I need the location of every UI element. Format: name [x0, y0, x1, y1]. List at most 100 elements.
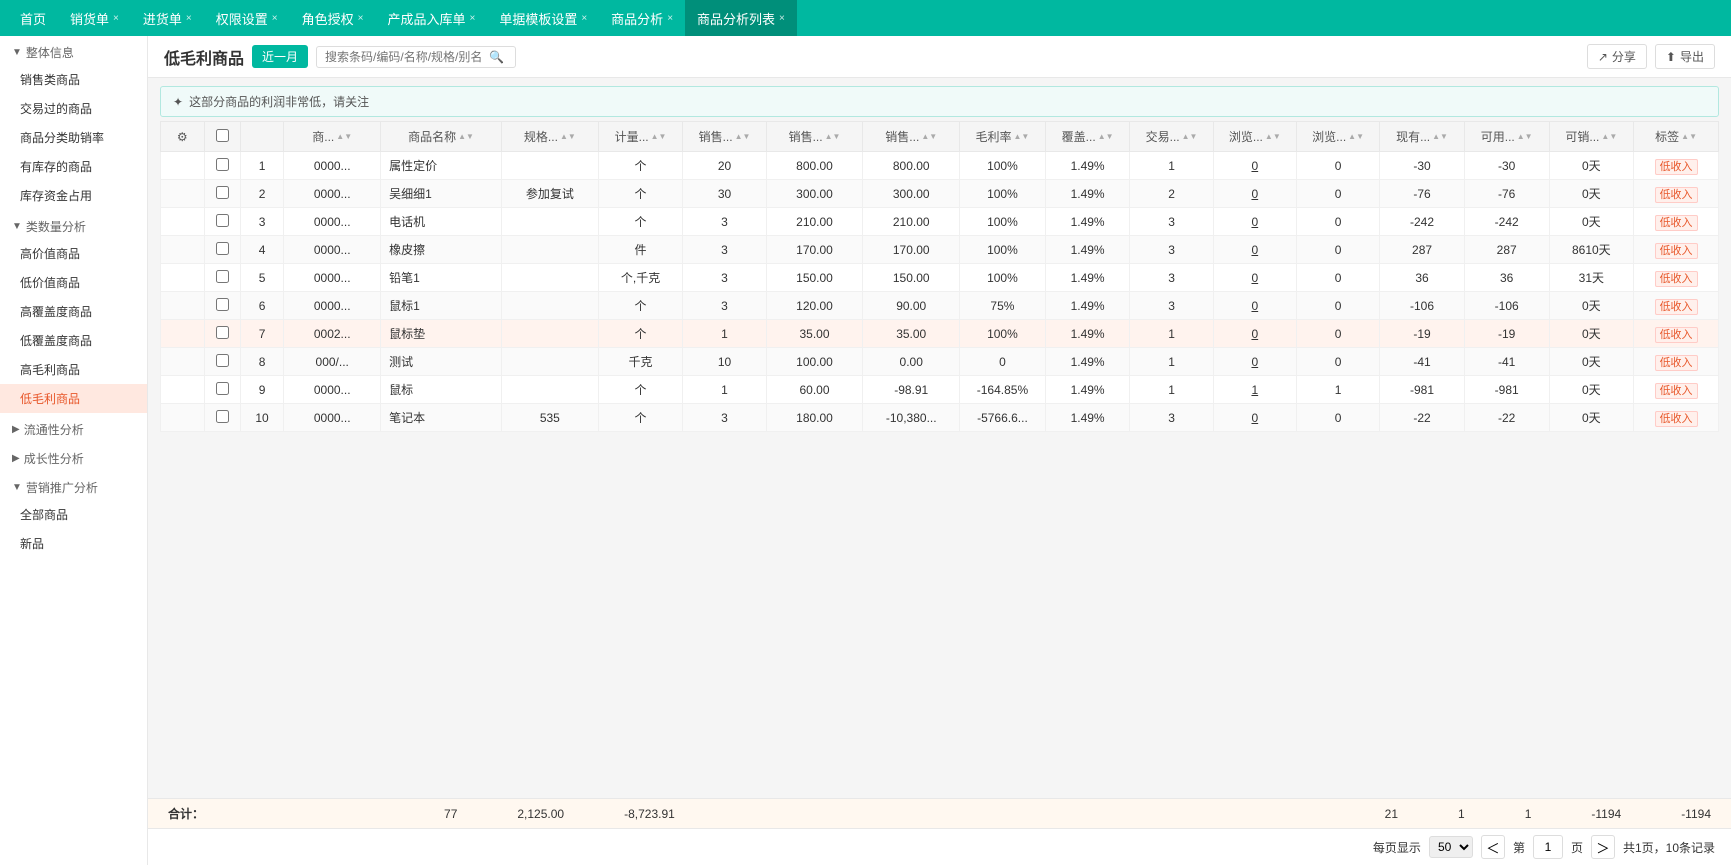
row-checkbox[interactable]: [204, 208, 240, 236]
sidebar-item-low-coverage[interactable]: 低覆盖度商品: [0, 326, 147, 355]
th-settings[interactable]: ⚙: [161, 122, 205, 152]
nav-close-purchase[interactable]: ×: [186, 13, 192, 24]
sidebar-item-high-coverage[interactable]: 高覆盖度商品: [0, 297, 147, 326]
row-select-checkbox[interactable]: [216, 326, 229, 339]
sidebar-item-low-value[interactable]: 低价值商品: [0, 268, 147, 297]
th-available[interactable]: 可用... ▲▼: [1464, 122, 1549, 152]
share-btn[interactable]: ↗ 分享: [1587, 44, 1647, 69]
select-all-checkbox[interactable]: [216, 129, 229, 142]
sidebar-item-all-goods[interactable]: 全部商品: [0, 500, 147, 529]
row-checkbox[interactable]: [204, 236, 240, 264]
nav-close-role[interactable]: ×: [358, 13, 364, 24]
sidebar-group-quantity[interactable]: ▼ 类数量分析: [0, 210, 147, 239]
row-checkbox[interactable]: [204, 376, 240, 404]
th-name[interactable]: 商品名称 ▲▼: [381, 122, 502, 152]
row-checkbox[interactable]: [204, 152, 240, 180]
sidebar-item-traded-goods[interactable]: 交易过的商品: [0, 94, 147, 123]
next-page-btn[interactable]: ＞: [1591, 835, 1615, 859]
row-name[interactable]: 鼠标1: [381, 292, 502, 320]
th-browse1[interactable]: 浏览... ▲▼: [1213, 122, 1296, 152]
nav-close-product-entry[interactable]: ×: [469, 13, 475, 24]
row-checkbox[interactable]: [204, 180, 240, 208]
row-name[interactable]: 电话机: [381, 208, 502, 236]
row-browse1[interactable]: 0: [1213, 320, 1296, 348]
row-select-checkbox[interactable]: [216, 270, 229, 283]
nav-role-auth[interactable]: 角色授权 ×: [290, 0, 376, 36]
sidebar-item-low-margin[interactable]: 低毛利商品: [0, 384, 147, 413]
search-input[interactable]: [325, 50, 485, 64]
sidebar-item-stock-capital[interactable]: 库存资金占用: [0, 181, 147, 210]
nav-close-permission[interactable]: ×: [272, 13, 278, 24]
sidebar-item-high-value[interactable]: 高价值商品: [0, 239, 147, 268]
filter-recent-month-btn[interactable]: 近一月: [252, 45, 308, 68]
nav-close-template[interactable]: ×: [581, 13, 587, 24]
nav-close-analysis-list[interactable]: ×: [779, 13, 785, 24]
row-name[interactable]: 测试: [381, 348, 502, 376]
nav-product-analysis-list[interactable]: 商品分析列表 ×: [685, 0, 797, 36]
row-browse1[interactable]: 0: [1213, 264, 1296, 292]
row-select-checkbox[interactable]: [216, 382, 229, 395]
search-icon[interactable]: 🔍: [489, 50, 504, 64]
row-select-checkbox[interactable]: [216, 354, 229, 367]
prev-page-btn[interactable]: ＜: [1481, 835, 1505, 859]
row-browse1[interactable]: 0: [1213, 236, 1296, 264]
row-browse1[interactable]: 0: [1213, 152, 1296, 180]
th-unit[interactable]: 计量... ▲▼: [598, 122, 683, 152]
nav-sales-order[interactable]: 销货单 ×: [58, 0, 131, 36]
nav-permission-setting[interactable]: 权限设置 ×: [204, 0, 290, 36]
th-gross-rate[interactable]: 毛利率 ▲▼: [960, 122, 1046, 152]
sidebar-item-in-stock[interactable]: 有库存的商品: [0, 152, 147, 181]
sidebar-group-growth[interactable]: ▶ 成长性分析: [0, 442, 147, 471]
th-txn[interactable]: 交易... ▲▼: [1130, 122, 1213, 152]
row-name[interactable]: 橡皮擦: [381, 236, 502, 264]
row-browse1[interactable]: 0: [1213, 180, 1296, 208]
per-page-select[interactable]: 50: [1429, 836, 1473, 858]
th-saleable[interactable]: 可销... ▲▼: [1549, 122, 1634, 152]
row-name[interactable]: 铅笔1: [381, 264, 502, 292]
row-name[interactable]: 鼠标: [381, 376, 502, 404]
row-select-checkbox[interactable]: [216, 410, 229, 423]
row-checkbox[interactable]: [204, 348, 240, 376]
row-checkbox[interactable]: [204, 404, 240, 432]
row-browse1[interactable]: 1: [1213, 376, 1296, 404]
sidebar-group-flow[interactable]: ▶ 流通性分析: [0, 413, 147, 442]
row-browse1[interactable]: 0: [1213, 348, 1296, 376]
row-select-checkbox[interactable]: [216, 158, 229, 171]
row-checkbox[interactable]: [204, 292, 240, 320]
sidebar-group-marketing[interactable]: ▼ 营销推广分析: [0, 471, 147, 500]
table-container[interactable]: ⚙ 商... ▲▼ 商品名称 ▲▼: [148, 121, 1731, 798]
row-name[interactable]: 笔记本: [381, 404, 502, 432]
nav-close-sales[interactable]: ×: [113, 13, 119, 24]
row-name[interactable]: 鼠标垫: [381, 320, 502, 348]
row-select-checkbox[interactable]: [216, 214, 229, 227]
nav-product-analysis[interactable]: 商品分析 ×: [599, 0, 685, 36]
row-browse1[interactable]: 0: [1213, 208, 1296, 236]
sidebar-item-sales-goods[interactable]: 销售类商品: [0, 65, 147, 94]
th-checkbox[interactable]: [204, 122, 240, 152]
sidebar-item-high-margin[interactable]: 高毛利商品: [0, 355, 147, 384]
th-code[interactable]: 商... ▲▼: [284, 122, 381, 152]
sidebar-group-overview[interactable]: ▼ 整体信息: [0, 36, 147, 65]
nav-product-entry[interactable]: 产成品入库单 ×: [375, 0, 487, 36]
row-checkbox[interactable]: [204, 264, 240, 292]
row-browse1[interactable]: 0: [1213, 404, 1296, 432]
th-sales-qty[interactable]: 销售... ▲▼: [683, 122, 766, 152]
nav-purchase-order[interactable]: 进货单 ×: [131, 0, 204, 36]
row-select-checkbox[interactable]: [216, 298, 229, 311]
row-select-checkbox[interactable]: [216, 186, 229, 199]
th-current[interactable]: 现有... ▲▼: [1380, 122, 1465, 152]
row-name[interactable]: 吴细细1: [381, 180, 502, 208]
th-cover-rate[interactable]: 覆盖... ▲▼: [1045, 122, 1130, 152]
page-number-input[interactable]: [1533, 835, 1563, 859]
export-btn[interactable]: ⬆ 导出: [1655, 44, 1715, 69]
nav-home[interactable]: 首页: [8, 0, 58, 36]
th-sales-amount[interactable]: 销售... ▲▼: [863, 122, 960, 152]
nav-template-setting[interactable]: 单据模板设置 ×: [487, 0, 599, 36]
th-sales-price[interactable]: 销售... ▲▼: [766, 122, 863, 152]
th-tag[interactable]: 标签 ▲▼: [1634, 122, 1719, 152]
sidebar-item-new-goods[interactable]: 新品: [0, 529, 147, 558]
th-browse2[interactable]: 浏览... ▲▼: [1296, 122, 1379, 152]
nav-close-analysis[interactable]: ×: [667, 13, 673, 24]
row-browse1[interactable]: 0: [1213, 292, 1296, 320]
sidebar-item-category-assist[interactable]: 商品分类助销率: [0, 123, 147, 152]
